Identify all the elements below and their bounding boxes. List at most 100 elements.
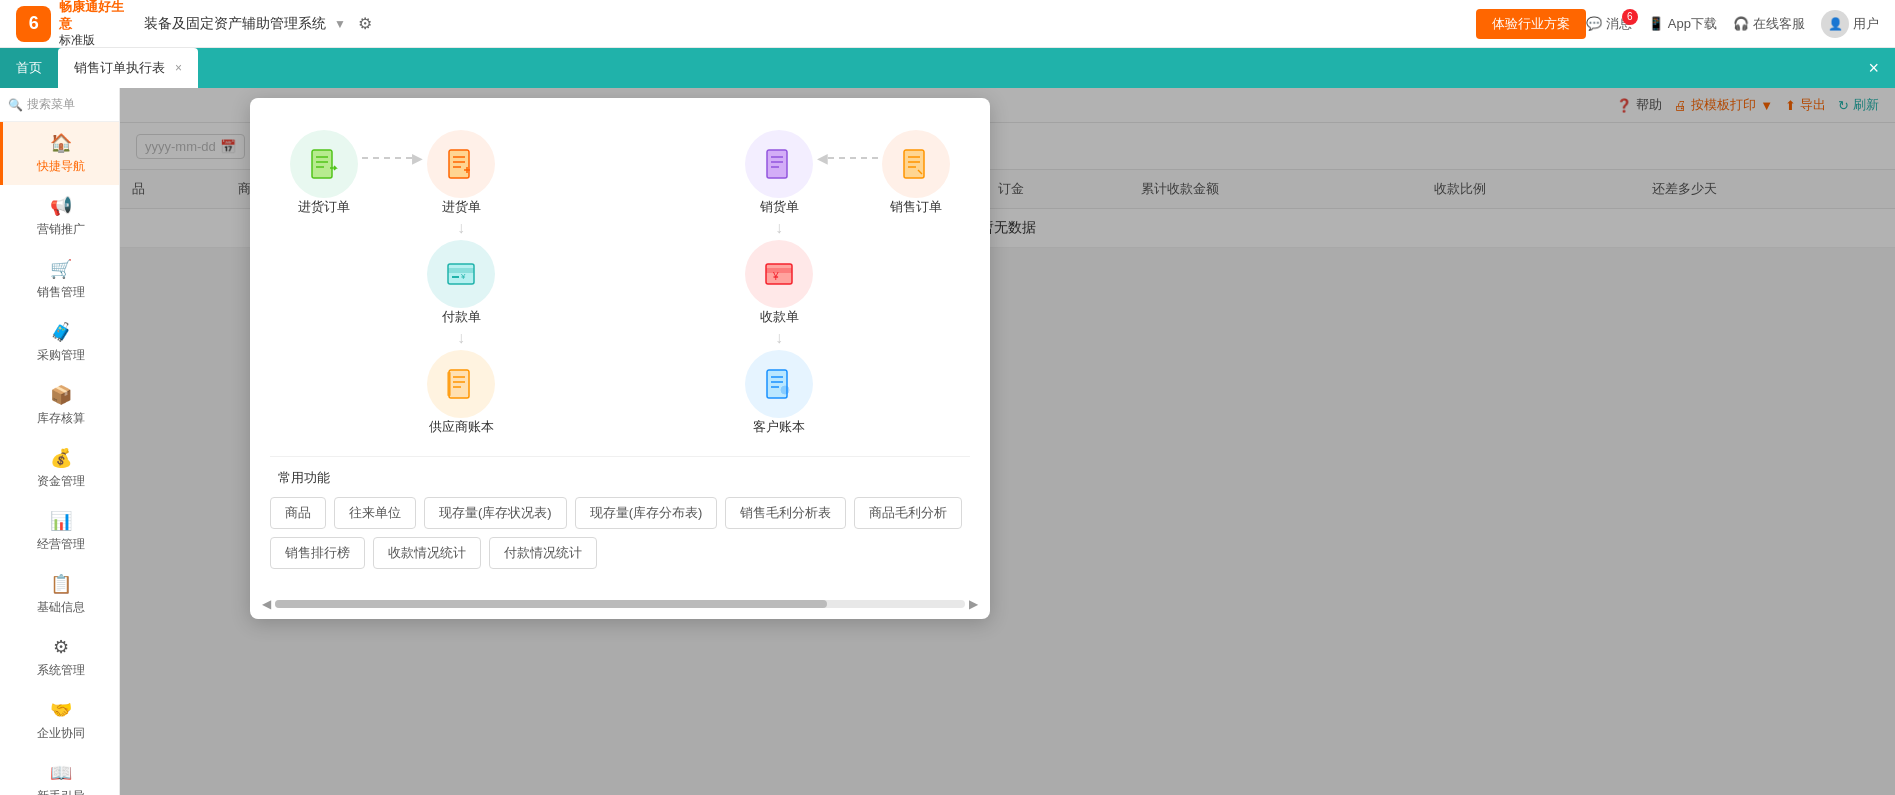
service-label: 在线客服 xyxy=(1753,15,1805,33)
trial-button[interactable]: 体验行业方案 xyxy=(1476,9,1586,39)
sales-order-label: 销售订单 xyxy=(890,198,942,216)
down-arrow-receipt: ↓ xyxy=(745,326,813,350)
scroll-left-arrow[interactable]: ◀ xyxy=(258,597,275,611)
scroll-track[interactable] xyxy=(275,600,965,608)
supplier-ledger-label: 供应商账本 xyxy=(429,418,494,436)
app-icon: 📱 xyxy=(1648,16,1664,31)
down-arrow-sb: ↓ xyxy=(745,216,813,240)
basic-info-label: 基础信息 xyxy=(37,599,85,616)
marketing-icon: 📢 xyxy=(50,195,72,217)
tab-close-icon[interactable]: × xyxy=(175,61,182,75)
sidebar-item-newbie[interactable]: 📖 新手引导 xyxy=(0,752,119,795)
user-avatar: 👤 xyxy=(1821,10,1849,38)
func-btn-row2: 销售排行榜 收款情况统计 付款情况统计 xyxy=(270,537,970,569)
payment-label: 付款单 xyxy=(442,308,481,326)
message-button[interactable]: 💬 消息 6 xyxy=(1586,15,1632,33)
sidebar: 🔍 搜索菜单 🏠 快捷导航 📢 营销推广 🛒 销售管理 🧳 采购管理 📦 库存核… xyxy=(0,88,120,795)
purchase-label: 采购管理 xyxy=(37,347,85,364)
func-btn-product[interactable]: 商品 xyxy=(270,497,326,529)
svg-rect-0 xyxy=(312,150,332,178)
svg-rect-21 xyxy=(766,264,792,284)
svg-point-28 xyxy=(781,386,789,394)
func-btn-sales-margin[interactable]: 销售毛利分析表 xyxy=(725,497,846,529)
func-btn-counterparty[interactable]: 往来单位 xyxy=(334,497,416,529)
sales-bill-circle[interactable] xyxy=(745,130,813,198)
purchase-bill-circle[interactable] xyxy=(427,130,495,198)
func-btn-product-margin[interactable]: 商品毛利分析 xyxy=(854,497,962,529)
sidebar-item-quick-nav[interactable]: 🏠 快捷导航 xyxy=(0,122,119,185)
user-label: 用户 xyxy=(1853,15,1879,33)
dropdown-icon[interactable]: ▼ xyxy=(334,17,346,31)
sidebar-item-system[interactable]: ⚙ 系统管理 xyxy=(0,626,119,689)
tab-sales-label: 销售订单执行表 xyxy=(74,59,165,77)
sales-bill-col: 销货单 ↓ ¥ 收款单 xyxy=(745,130,813,436)
inventory-label: 库存核算 xyxy=(37,410,85,427)
sales-label: 销售管理 xyxy=(37,284,85,301)
supplier-ledger-circle[interactable] xyxy=(427,350,495,418)
popup-overlay[interactable]: 进货订单 ▶ xyxy=(120,88,1895,795)
func-btn-receipt-stats[interactable]: 收款情况统计 xyxy=(373,537,481,569)
finance-label: 资金管理 xyxy=(37,473,85,490)
sales-icon: 🛒 xyxy=(50,258,72,280)
user-area[interactable]: 👤 用户 xyxy=(1821,10,1879,38)
sidebar-item-sales[interactable]: 🛒 销售管理 xyxy=(0,248,119,311)
app-label: App下载 xyxy=(1668,15,1717,33)
func-btn-payment-stats[interactable]: 付款情况统计 xyxy=(489,537,597,569)
newbie-label: 新手引导 xyxy=(37,788,85,795)
brand-name: 畅康通好生意 xyxy=(59,0,136,33)
common-functions: 常用功能 商品 往来单位 现存量(库存状况表) 现存量(库存分布表) 销售毛利分… xyxy=(250,469,990,593)
service-icon: 🎧 xyxy=(1733,16,1749,31)
purchase-order-label: 进货订单 xyxy=(298,198,350,216)
header-right: 💬 消息 6 📱 App下载 🎧 在线客服 👤 用户 xyxy=(1586,10,1879,38)
receipt-circle[interactable]: ¥ xyxy=(745,240,813,308)
sidebar-item-finance[interactable]: 💰 资金管理 xyxy=(0,437,119,500)
tab-sales-order-exec[interactable]: 销售订单执行表 × xyxy=(58,48,198,88)
purchase-icon: 🧳 xyxy=(50,321,72,343)
svg-rect-22 xyxy=(766,268,792,273)
sales-bill-label: 销货单 xyxy=(760,198,799,216)
settings-icon[interactable]: ⚙ xyxy=(358,14,372,33)
sidebar-item-purchase[interactable]: 🧳 采购管理 xyxy=(0,311,119,374)
app-download-button[interactable]: 📱 App下载 xyxy=(1648,15,1717,33)
sidebar-item-operations[interactable]: 📊 经营管理 xyxy=(0,500,119,563)
sales-order-circle[interactable] xyxy=(882,130,950,198)
func-btn-current-stock-dist[interactable]: 现存量(库存分布表) xyxy=(575,497,718,529)
scroll-thumb[interactable] xyxy=(275,600,827,608)
purchase-bill-col: 进货单 ↓ ¥ xyxy=(427,130,495,436)
purchase-bill-label: 进货单 xyxy=(442,198,481,216)
tabs-bar: 首页 销售订单执行表 × × xyxy=(0,48,1895,88)
sales-order-col: 销售订单 xyxy=(882,130,950,216)
sidebar-search[interactable]: 🔍 搜索菜单 xyxy=(0,88,119,122)
down-arrow-payment: ↓ xyxy=(427,326,495,350)
online-service-button[interactable]: 🎧 在线客服 xyxy=(1733,15,1805,33)
logo-area: 6 畅康通好生意 标准版 xyxy=(16,0,136,48)
scroll-right-arrow[interactable]: ▶ xyxy=(965,597,982,611)
sidebar-item-marketing[interactable]: 📢 营销推广 xyxy=(0,185,119,248)
customer-ledger-circle[interactable] xyxy=(745,350,813,418)
popup-divider xyxy=(270,456,970,457)
operations-label: 经营管理 xyxy=(37,536,85,553)
brand-version: 标准版 xyxy=(59,33,136,49)
tab-home[interactable]: 首页 xyxy=(0,48,58,88)
func-btn-sales-ranking[interactable]: 销售排行榜 xyxy=(270,537,365,569)
logo-text: 畅康通好生意 标准版 xyxy=(59,0,136,48)
sidebar-item-inventory[interactable]: 📦 库存核算 xyxy=(0,374,119,437)
inventory-icon: 📦 xyxy=(50,384,72,406)
tabs-close-button[interactable]: × xyxy=(1852,58,1895,79)
payment-circle[interactable]: ¥ xyxy=(427,240,495,308)
operations-icon: 📊 xyxy=(50,510,72,532)
system-icon: ⚙ xyxy=(53,636,69,658)
newbie-icon: 📖 xyxy=(50,762,72,784)
func-btn-current-stock-status[interactable]: 现存量(库存状况表) xyxy=(424,497,567,529)
purchase-order-circle[interactable] xyxy=(290,130,358,198)
sidebar-item-basic-info[interactable]: 📋 基础信息 xyxy=(0,563,119,626)
arrow-po-to-pb: ▶ xyxy=(358,150,427,166)
header: 6 畅康通好生意 标准版 装备及固定资产辅助管理系统 ▼ ⚙ 体验行业方案 💬 … xyxy=(0,0,1895,48)
logo-icon: 6 xyxy=(16,6,51,42)
common-functions-title: 常用功能 xyxy=(270,469,970,487)
quick-nav-icon: 🏠 xyxy=(50,132,72,154)
svg-rect-4 xyxy=(449,150,469,178)
svg-rect-16 xyxy=(447,372,451,396)
func-btn-row1: 商品 往来单位 现存量(库存状况表) 现存量(库存分布表) 销售毛利分析表 商品… xyxy=(270,497,970,529)
sidebar-item-cooperation[interactable]: 🤝 企业协同 xyxy=(0,689,119,752)
